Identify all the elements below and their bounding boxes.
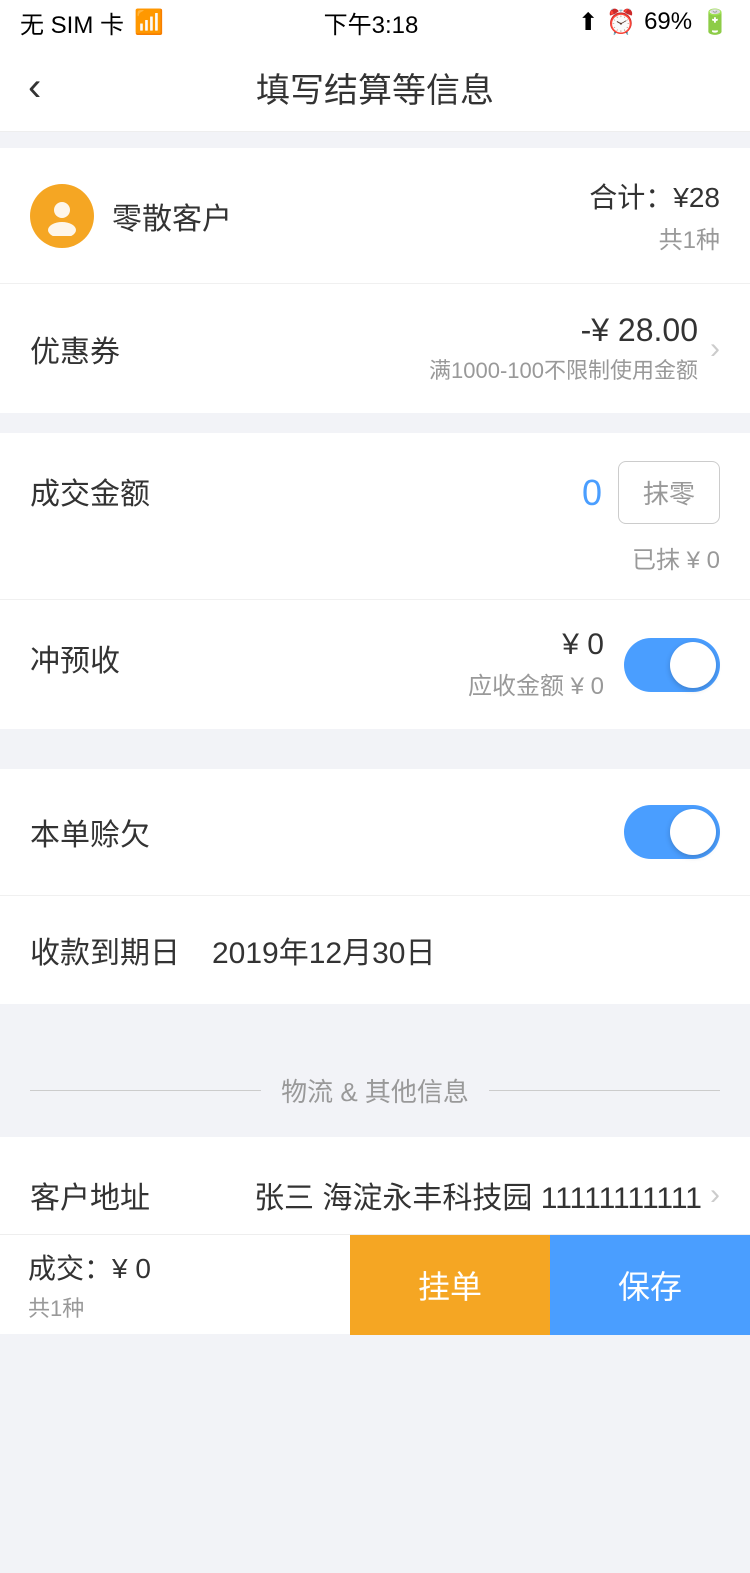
logistics-header: 物流 & 其他信息 — [0, 1044, 750, 1137]
wifi-icon: 📶 — [134, 8, 164, 37]
due-date-label: 收款到期日 — [30, 928, 180, 972]
customer-row: 零散客户 合计：¥28 共1种 — [0, 148, 750, 283]
customer-left: 零散客户 — [30, 184, 232, 248]
customer-avatar — [30, 184, 94, 248]
prepaid-amount: ¥ 0 — [468, 628, 604, 662]
customer-section: 零散客户 合计：¥28 共1种 — [0, 148, 750, 283]
bottom-deal-amount: 成交：¥ 0 — [28, 1247, 322, 1287]
debt-label: 本单赊欠 — [30, 810, 150, 854]
due-date-row: 收款到期日 2019年12月30日 — [0, 895, 750, 1004]
address-value: 张三 海淀永丰科技园 11111111111 — [254, 1173, 702, 1217]
coupon-label: 优惠券 — [30, 327, 120, 371]
logistics-title: 物流 & 其他信息 — [281, 1072, 469, 1109]
status-left: 无 SIM 卡 📶 — [20, 5, 164, 40]
address-label: 客户地址 — [30, 1173, 150, 1217]
status-bar: 无 SIM 卡 📶 下午3:18 ⬆ ⏰ 69% 🔋 — [0, 0, 750, 44]
deal-section: 成交金额 0 抹零 已抹 ¥ 0 冲预收 ¥ 0 应收金额 ¥ 0 — [0, 433, 750, 729]
address-right: 张三 海淀永丰科技园 11111111111 › — [214, 1173, 720, 1217]
prepaid-label: 冲预收 — [30, 628, 120, 680]
page-title: 填写结算等信息 — [256, 63, 494, 112]
coupon-desc: 满1000-100不限制使用金额 — [429, 353, 698, 385]
deal-row: 成交金额 0 抹零 — [0, 433, 750, 540]
coupon-amount: -¥ 28.00 — [429, 312, 698, 349]
debt-row: 本单赊欠 — [0, 769, 750, 895]
section-divider-2 — [0, 749, 750, 769]
section-divider-1 — [0, 413, 750, 433]
battery-icon: 🔋 — [700, 8, 730, 37]
save-button[interactable]: 保存 — [550, 1235, 750, 1335]
logistics-line-right — [489, 1090, 720, 1091]
coupon-section: 优惠券 -¥ 28.00 满1000-100不限制使用金额 › — [0, 284, 750, 413]
customer-name: 零散客户 — [112, 194, 232, 238]
time-display: 下午3:18 — [324, 5, 419, 40]
coupon-right-text: -¥ 28.00 满1000-100不限制使用金额 — [429, 312, 698, 385]
address-chevron-icon: › — [710, 1178, 720, 1212]
logistics-line-left — [30, 1090, 261, 1091]
due-date-value: 2019年12月30日 — [212, 928, 435, 972]
hold-button[interactable]: 挂单 — [350, 1235, 550, 1335]
bottom-deal-label: 成交： — [28, 1253, 112, 1284]
total-count: 共1种 — [589, 220, 720, 255]
bottom-count: 共1种 — [28, 1291, 322, 1323]
bottom-info: 成交：¥ 0 共1种 — [0, 1235, 350, 1334]
coupon-right: -¥ 28.00 满1000-100不限制使用金额 › — [429, 312, 720, 385]
nav-bar: ‹ 填写结算等信息 — [0, 44, 750, 132]
chevron-right-icon: › — [710, 332, 720, 366]
bottom-deal-value: ¥ 0 — [112, 1253, 151, 1284]
section-divider-3 — [0, 1024, 750, 1044]
alarm-icon: ⏰ — [606, 8, 636, 37]
debt-toggle[interactable] — [624, 805, 720, 859]
total-amount: 合计：¥28 — [589, 176, 720, 216]
deal-sub-text: 已抹 ¥ 0 — [0, 540, 750, 599]
debt-section: 本单赊欠 收款到期日 2019年12月30日 — [0, 769, 750, 1004]
bottom-bar: 成交：¥ 0 共1种 挂单 保存 — [0, 1234, 750, 1334]
carrier-text: 无 SIM 卡 — [20, 5, 124, 40]
coupon-row[interactable]: 优惠券 -¥ 28.00 满1000-100不限制使用金额 › — [0, 284, 750, 413]
location-icon: ⬆ — [578, 8, 598, 37]
deal-right: 0 抹零 — [542, 461, 720, 524]
prepaid-right: ¥ 0 应收金额 ¥ 0 — [468, 628, 720, 701]
round-zero-button[interactable]: 抹零 — [618, 461, 720, 524]
customer-right: 合计：¥28 共1种 — [589, 176, 720, 255]
prepaid-row: 冲预收 ¥ 0 应收金额 ¥ 0 — [0, 599, 750, 729]
status-right: ⬆ ⏰ 69% 🔋 — [578, 8, 730, 37]
battery-text: 69% — [644, 8, 692, 36]
prepaid-sub: 应收金额 ¥ 0 — [468, 666, 604, 701]
back-button[interactable]: ‹ — [28, 65, 41, 110]
deal-label: 成交金额 — [30, 461, 150, 513]
prepaid-values: ¥ 0 应收金额 ¥ 0 — [468, 628, 604, 701]
deal-amount-value[interactable]: 0 — [542, 472, 602, 514]
main-content: 零散客户 合计：¥28 共1种 优惠券 -¥ 28.00 满1000-100不限… — [0, 148, 750, 1573]
prepaid-toggle[interactable] — [624, 638, 720, 692]
